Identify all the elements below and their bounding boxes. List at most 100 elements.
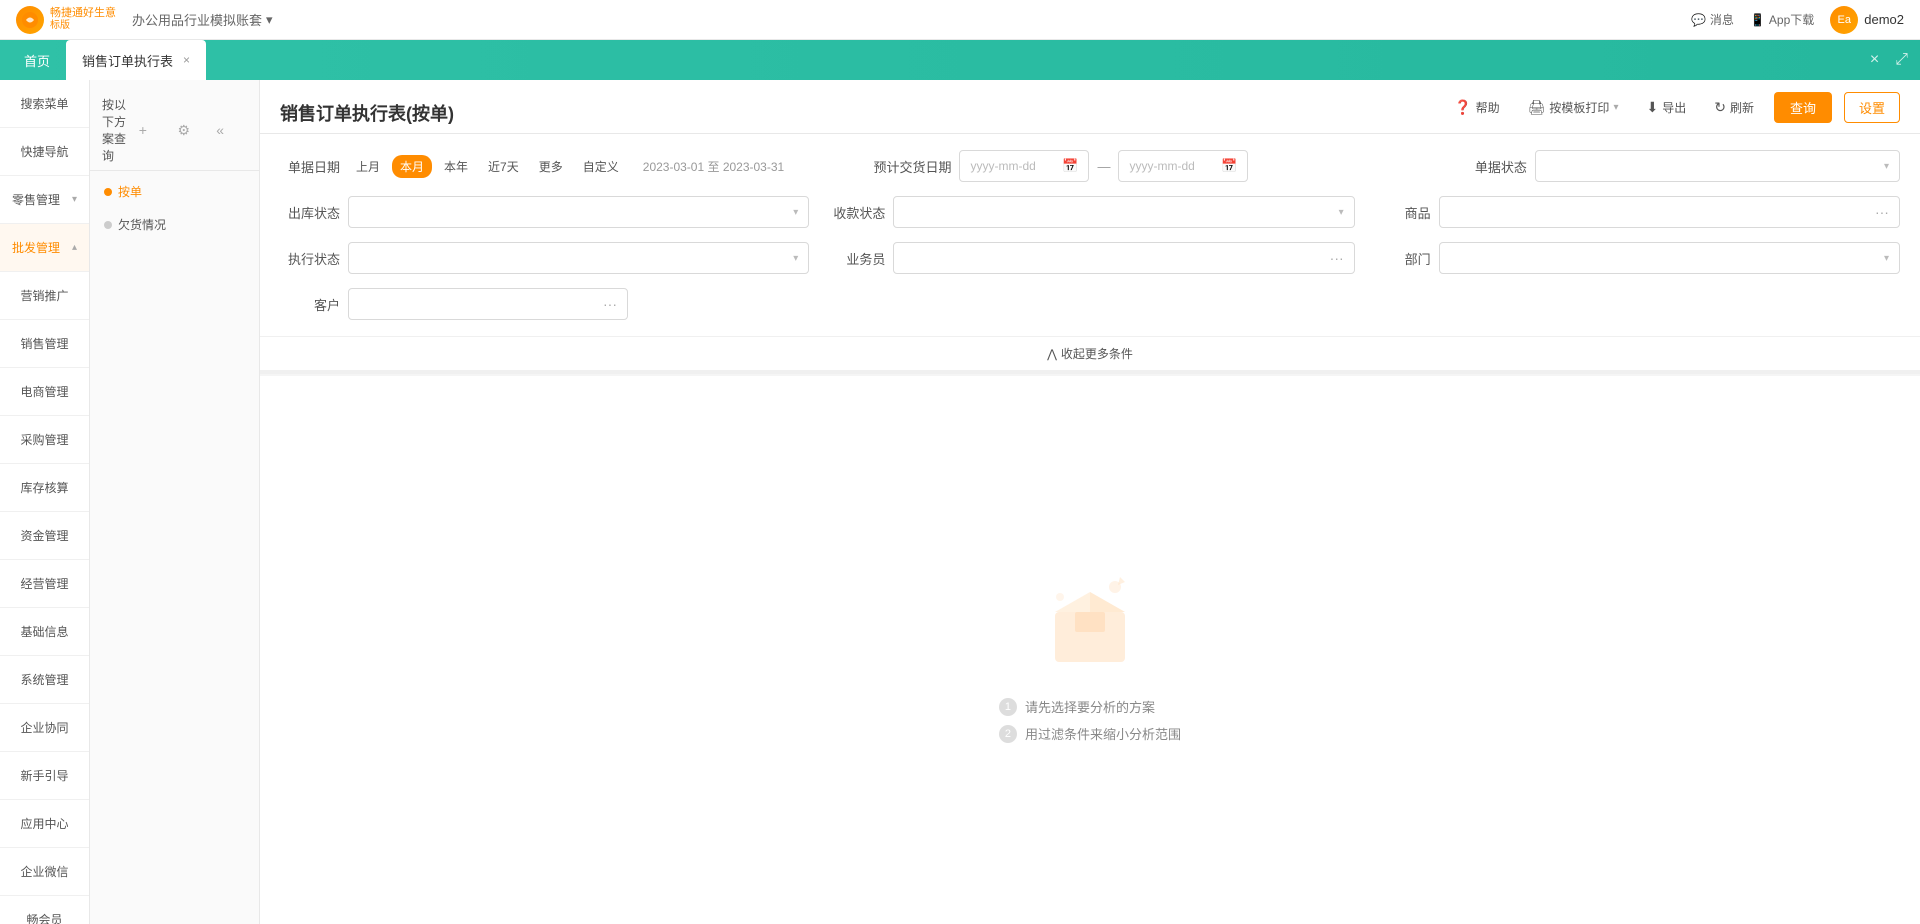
sidebar-operations-label: 经营管理	[20, 575, 68, 592]
export-button[interactable]: ⬇ 导出	[1638, 95, 1694, 120]
goods-input[interactable]: ···	[1439, 196, 1900, 228]
page-title: 销售订单执行表(按单)	[280, 100, 454, 126]
customer-label: 客户	[280, 295, 340, 314]
date-btn-custom[interactable]: 自定义	[575, 155, 627, 178]
expected-date-start-input[interactable]: yyyy-mm-dd 📅	[959, 150, 1089, 182]
sidebar-item-member[interactable]: 畅会员	[0, 896, 89, 924]
section-divider	[260, 370, 1920, 374]
app-download-button[interactable]: 📱 App下载	[1750, 11, 1814, 28]
left-panel-item-by-order[interactable]: 按单	[90, 175, 259, 208]
sidebar-item-appstore[interactable]: 应用中心	[0, 800, 89, 848]
sidebar-marketing-label: 营销推广	[20, 287, 68, 304]
sidebar-item-finance[interactable]: 资金管理	[0, 512, 89, 560]
setting-button[interactable]: 设置	[1844, 92, 1900, 123]
refresh-button[interactable]: ↻ 刷新	[1706, 95, 1762, 120]
tab-sales-order[interactable]: 销售订单执行表 ×	[66, 40, 206, 80]
exec-status-select[interactable]: ▾	[348, 242, 809, 274]
sidebar-item-ecommerce[interactable]: 电商管理	[0, 368, 89, 416]
sidebar-wholesale-label: 批发管理	[12, 239, 60, 256]
goods-ellipsis[interactable]: ···	[1875, 204, 1889, 220]
user-profile[interactable]: Ea demo2	[1830, 6, 1904, 34]
salesperson-input[interactable]: ···	[893, 242, 1354, 274]
filter-collect-status-item: 收款状态 ▾	[825, 196, 1354, 228]
salesperson-ellipsis[interactable]: ···	[1330, 250, 1344, 266]
sidebar-system-label: 系统管理	[20, 671, 68, 688]
header-left: 畅捷通好生意 标版 办公用品行业模拟账套 ▾	[16, 6, 281, 34]
sidebar-sales-label: 销售管理	[20, 335, 68, 352]
sidebar-item-system[interactable]: 系统管理	[0, 656, 89, 704]
message-icon: 💬	[1691, 13, 1706, 27]
sidebar-item-inventory[interactable]: 库存核算	[0, 464, 89, 512]
date-btn-this-year[interactable]: 本年	[436, 155, 476, 178]
message-button[interactable]: 💬 消息	[1691, 11, 1734, 28]
tab-maximize-button[interactable]: ⤢	[1891, 47, 1912, 73]
date-btn-7days[interactable]: 近7天	[480, 155, 527, 178]
dept-label: 部门	[1371, 249, 1431, 268]
empty-hints: 1 请先选择要分析的方案 2 用过滤条件来缩小分析范围	[999, 697, 1181, 743]
backorder-dot	[104, 221, 112, 229]
sidebar-search[interactable]: 搜索菜单	[0, 80, 89, 128]
help-button[interactable]: ❓ 帮助	[1446, 95, 1507, 120]
sidebar-item-weixin[interactable]: 企业微信	[0, 848, 89, 896]
date-field-label: 单据日期	[280, 157, 340, 176]
out-status-label: 出库状态	[280, 203, 340, 222]
active-tab-label: 销售订单执行表	[82, 51, 173, 70]
doc-status-select[interactable]: ▾	[1535, 150, 1900, 182]
date-btn-last-month[interactable]: 上月	[348, 155, 388, 178]
tab-close-icon[interactable]: ×	[183, 53, 190, 67]
main-content: 搜索菜单 快捷导航 零售管理 ▾ 批发管理 ▴ 营销推广 销售管理 电商管理 采…	[0, 80, 1920, 924]
left-panel-add-button[interactable]: +	[137, 120, 170, 140]
query-button[interactable]: 查询	[1774, 92, 1832, 123]
expected-start-placeholder: yyyy-mm-dd	[970, 159, 1058, 173]
filter-row-2: 出库状态 ▾ 收款状态 ▾ 商品	[280, 196, 1900, 228]
out-status-select[interactable]: ▾	[348, 196, 809, 228]
left-panel-item-backorder[interactable]: 欠货情况	[90, 208, 259, 241]
sidebar-item-basic[interactable]: 基础信息	[0, 608, 89, 656]
customer-input[interactable]: ···	[348, 288, 628, 320]
logo-area: 畅捷通好生意 标版	[16, 6, 116, 34]
sidebar-item-wholesale[interactable]: 批发管理 ▴	[0, 224, 89, 272]
filter-goods-item: 商品 ···	[1371, 196, 1900, 228]
collect-status-select[interactable]: ▾	[893, 196, 1354, 228]
logo-icon	[16, 6, 44, 34]
sidebar-item-purchase[interactable]: 采购管理	[0, 416, 89, 464]
sidebar-item-sales[interactable]: 销售管理	[0, 320, 89, 368]
empty-hint-1: 1 请先选择要分析的方案	[999, 697, 1181, 716]
refresh-label: 刷新	[1730, 99, 1754, 116]
collapse-bar[interactable]: ⋀ 收起更多条件	[260, 336, 1920, 370]
out-status-arrow: ▾	[793, 207, 798, 218]
filter-date-item: 单据日期 上月 本月 本年 近7天 更多 自定义 2023-03-01 至 20…	[280, 155, 857, 178]
customer-ellipsis[interactable]: ···	[603, 296, 617, 312]
print-button[interactable]: 🖨 按模板打印 ▾	[1520, 95, 1627, 120]
tab-minimize-button[interactable]: ×	[1866, 47, 1883, 73]
filter-area: 单据日期 上月 本月 本年 近7天 更多 自定义 2023-03-01 至 20…	[260, 134, 1920, 336]
expected-date-label: 预计交货日期	[873, 157, 951, 176]
date-btn-more[interactable]: 更多	[531, 155, 571, 178]
sidebar-item-retail[interactable]: 零售管理 ▾	[0, 176, 89, 224]
sidebar-retail-label: 零售管理	[12, 191, 60, 208]
by-order-label: 按单	[118, 183, 142, 200]
app-selector[interactable]: 办公用品行业模拟账套 ▾	[124, 6, 281, 33]
export-label: 导出	[1662, 99, 1686, 116]
sidebar-item-enterprise[interactable]: 企业协同	[0, 704, 89, 752]
sidebar-wholesale-arrow: ▴	[72, 242, 77, 253]
sidebar-retail-arrow: ▾	[72, 194, 77, 205]
empty-state: 1 请先选择要分析的方案 2 用过滤条件来缩小分析范围	[260, 376, 1920, 924]
sidebar-finance-label: 资金管理	[20, 527, 68, 544]
tab-home[interactable]: 首页	[8, 40, 66, 80]
filter-row-1: 单据日期 上月 本月 本年 近7天 更多 自定义 2023-03-01 至 20…	[280, 150, 1900, 182]
sidebar-shortcut[interactable]: 快捷导航	[0, 128, 89, 176]
sidebar-item-marketing[interactable]: 营销推广	[0, 272, 89, 320]
sidebar-item-guide[interactable]: 新手引导	[0, 752, 89, 800]
dept-arrow: ▾	[1884, 253, 1889, 264]
left-panel-settings-button[interactable]: ⚙	[176, 120, 209, 141]
empty-hint-1-text: 请先选择要分析的方案	[1025, 697, 1155, 716]
page-actions: ❓ 帮助 🖨 按模板打印 ▾ ⬇ 导出 ↻ 刷新 查询 设置	[1446, 92, 1900, 133]
sidebar-item-operations[interactable]: 经营管理	[0, 560, 89, 608]
date-btn-this-month[interactable]: 本月	[392, 155, 432, 178]
expected-date-end-input[interactable]: yyyy-mm-dd 📅	[1118, 150, 1248, 182]
left-panel-collapse-button[interactable]: «	[214, 120, 247, 140]
dept-select[interactable]: ▾	[1439, 242, 1900, 274]
app-download-label: App下载	[1769, 11, 1814, 28]
nav-tabs: 首页 销售订单执行表 × × ⤢	[0, 40, 1920, 80]
